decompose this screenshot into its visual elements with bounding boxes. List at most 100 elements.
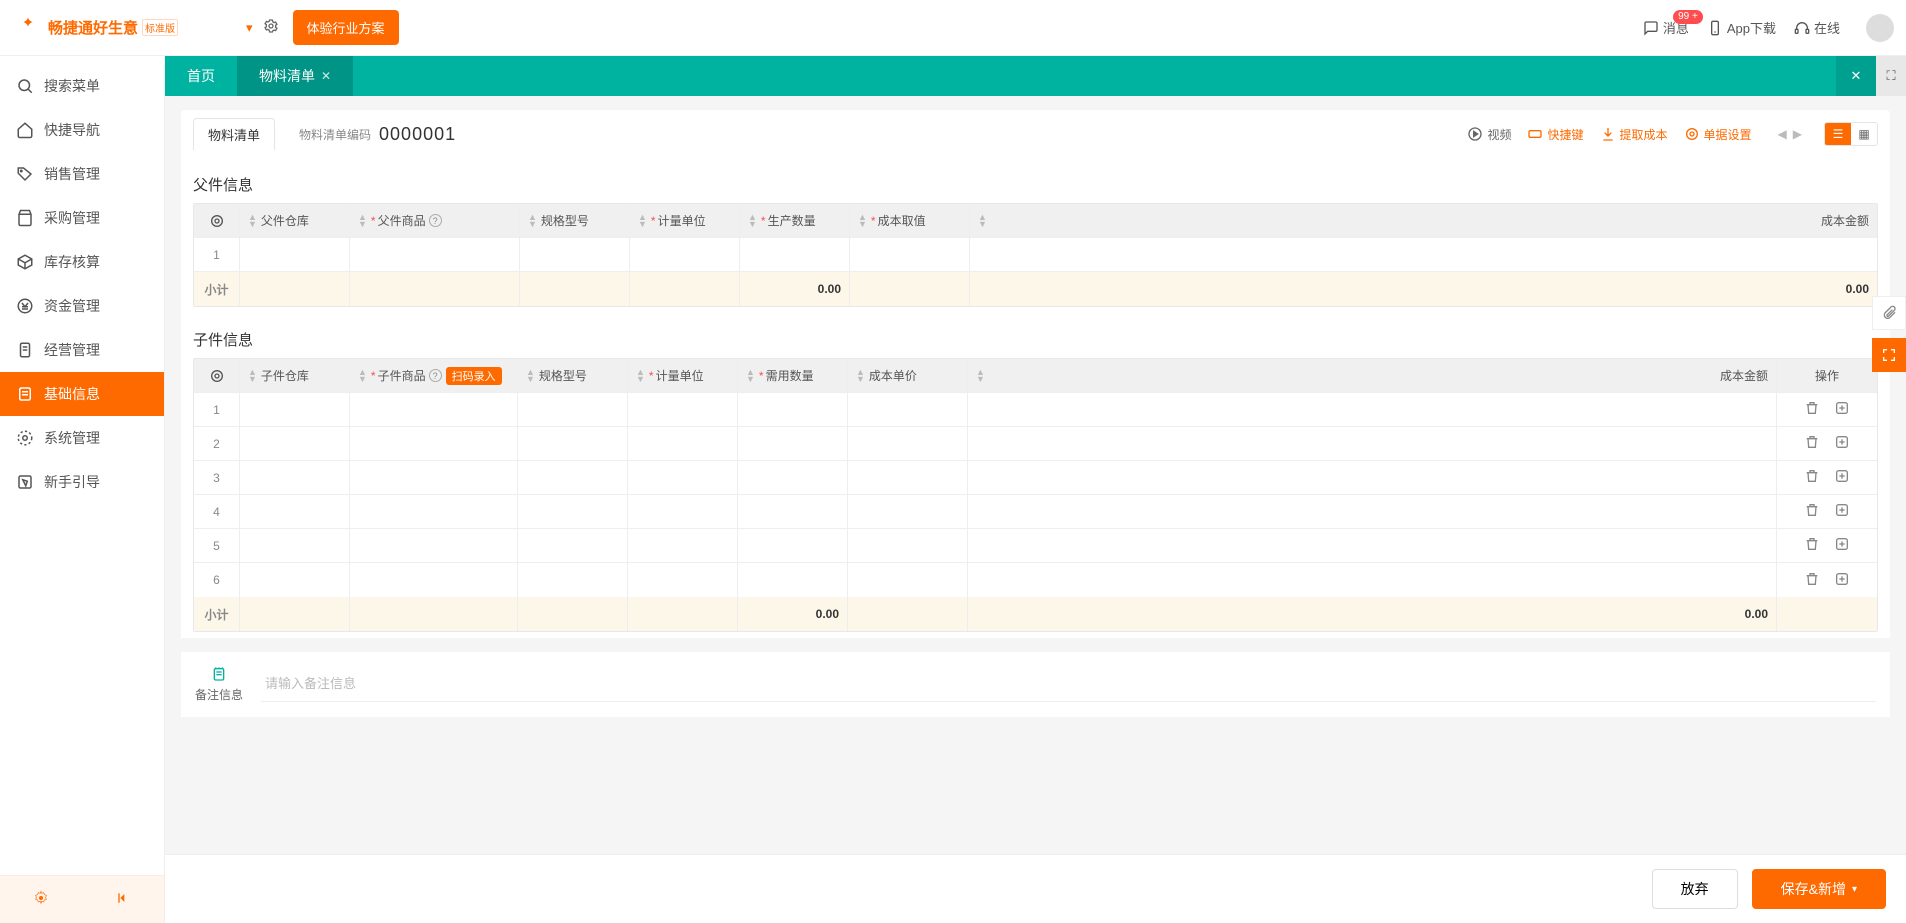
add-icon[interactable] [1834, 400, 1850, 419]
table-row[interactable]: 5 [194, 529, 1877, 563]
gear-icon [1684, 126, 1700, 142]
online-label: 在线 [1814, 18, 1840, 37]
add-icon[interactable] [1834, 468, 1850, 487]
messages-button[interactable]: 消息 99 + [1643, 18, 1689, 37]
add-icon[interactable] [1834, 571, 1850, 590]
fullscreen-icon[interactable] [1872, 338, 1906, 372]
col-child-warehouse[interactable]: ▲▼子件仓库 [240, 359, 350, 392]
delete-icon[interactable] [1804, 434, 1820, 453]
footer-settings-icon[interactable] [33, 890, 49, 909]
mobile-icon [1707, 20, 1723, 36]
subtotal-amount: 0.00 [968, 597, 1777, 631]
next-icon[interactable]: ▶ [1793, 127, 1802, 141]
avatar[interactable] [1866, 14, 1894, 42]
sidebar-item-inventory[interactable]: 库存核算 [0, 240, 164, 284]
collapse-icon[interactable] [115, 890, 131, 909]
col-gear-icon[interactable] [194, 359, 240, 392]
doc-setting-button[interactable]: 单据设置 [1684, 126, 1752, 143]
col-child-product[interactable]: ▲▼*子件商品?扫码录入 [350, 359, 518, 392]
discard-button[interactable]: 放弃 [1652, 869, 1738, 909]
sidebar-item-sales[interactable]: 销售管理 [0, 152, 164, 196]
col-child-spec[interactable]: ▲▼规格型号 [518, 359, 628, 392]
prev-icon[interactable]: ◀ [1778, 127, 1787, 141]
tab-home[interactable]: 首页 [165, 56, 237, 96]
extract-cost-button[interactable]: 提取成本 [1600, 126, 1668, 143]
table-row[interactable]: 3 [194, 461, 1877, 495]
sidebar-item-label: 经营管理 [44, 340, 100, 360]
col-child-price[interactable]: ▲▼成本单价 [848, 359, 968, 392]
delete-icon[interactable] [1804, 502, 1820, 521]
sidebar-item-finance[interactable]: 资金管理 [0, 284, 164, 328]
sidebar-item-operation[interactable]: 经营管理 [0, 328, 164, 372]
sidebar-item-purchase[interactable]: 采购管理 [0, 196, 164, 240]
tab-bom[interactable]: 物料清单 ✕ [237, 56, 353, 96]
sidebar-item-search[interactable]: 搜索菜单 [0, 64, 164, 108]
cta-button[interactable]: 体验行业方案 [293, 10, 399, 45]
close-all-icon[interactable]: ✕ [1836, 56, 1876, 96]
shortcut-button[interactable]: 快捷键 [1527, 126, 1583, 143]
settings-icon[interactable] [263, 18, 279, 37]
col-cost-amount[interactable]: ▲▼成本金额 [970, 204, 1877, 237]
sidebar-item-label: 基础信息 [44, 384, 100, 404]
code-label: 物料清单编码 [299, 126, 371, 143]
view-card-icon[interactable]: ▦ [1851, 123, 1877, 145]
col-qty[interactable]: ▲▼*生产数量 [740, 204, 850, 237]
table-row[interactable]: 4 [194, 495, 1877, 529]
help-icon[interactable]: ? [429, 369, 442, 382]
video-button[interactable]: 视频 [1467, 126, 1511, 143]
delete-icon[interactable] [1804, 536, 1820, 555]
sidebar-item-guide[interactable]: 新手引导 [0, 460, 164, 504]
col-child-amount[interactable]: ▲▼成本金额 [968, 359, 1777, 392]
attachment-icon[interactable] [1872, 296, 1906, 330]
remarks-input[interactable] [261, 666, 1876, 702]
support-button[interactable]: 在线 [1794, 18, 1840, 37]
org-selector[interactable]: ▾ [246, 20, 253, 36]
sidebar-item-basic[interactable]: 基础信息 [0, 372, 164, 416]
table-row[interactable]: 6 [194, 563, 1877, 597]
table-row[interactable]: 1 [194, 393, 1877, 427]
sidebar-item-quicknav[interactable]: 快捷导航 [0, 108, 164, 152]
sidebar-item-label: 搜索菜单 [44, 76, 100, 96]
page-tab[interactable]: 物料清单 [193, 118, 275, 150]
add-icon[interactable] [1834, 502, 1850, 521]
headset-icon [1794, 20, 1810, 36]
sidebar-item-label: 库存核算 [44, 252, 100, 272]
sidebar-item-label: 快捷导航 [44, 120, 100, 140]
note-icon [211, 666, 227, 682]
col-gear-icon[interactable] [194, 204, 240, 237]
table-row[interactable]: 2 [194, 427, 1877, 461]
help-icon[interactable]: ? [429, 214, 442, 227]
col-child-unit[interactable]: ▲▼*计量单位 [628, 359, 738, 392]
delete-icon[interactable] [1804, 571, 1820, 590]
delete-icon[interactable] [1804, 400, 1820, 419]
brand-icon [20, 16, 44, 40]
col-child-qty[interactable]: ▲▼*需用数量 [738, 359, 848, 392]
col-warehouse[interactable]: ▲▼父件仓库 [240, 204, 350, 237]
close-icon[interactable]: ✕ [321, 69, 331, 83]
save-button[interactable]: 保存&新增 ▾ [1752, 869, 1886, 909]
download-button[interactable]: App下载 [1707, 18, 1776, 37]
chevron-down-icon: ▾ [1852, 884, 1857, 895]
col-ops: 操作 [1777, 359, 1877, 392]
chevron-down-icon: ▾ [246, 20, 253, 36]
box-icon [16, 253, 34, 271]
remarks-label: 备注信息 [195, 686, 243, 703]
add-icon[interactable] [1834, 536, 1850, 555]
expand-icon[interactable]: ⛶ [1876, 56, 1906, 96]
parent-table: ▲▼父件仓库 ▲▼*父件商品? ▲▼规格型号 ▲▼*计量单位 ▲▼*生产数量 ▲… [193, 203, 1878, 307]
table-row[interactable]: 1 [194, 238, 1877, 272]
add-icon[interactable] [1834, 434, 1850, 453]
col-product[interactable]: ▲▼*父件商品? [350, 204, 520, 237]
col-cost-method[interactable]: ▲▼*成本取值 [850, 204, 970, 237]
delete-icon[interactable] [1804, 468, 1820, 487]
brand-logo: 畅捷通好生意 标准版 [12, 16, 186, 40]
col-spec[interactable]: ▲▼规格型号 [520, 204, 630, 237]
play-icon [1467, 126, 1483, 142]
sidebar-item-system[interactable]: 系统管理 [0, 416, 164, 460]
subtotal-qty: 0.00 [738, 597, 848, 631]
col-unit[interactable]: ▲▼*计量单位 [630, 204, 740, 237]
subtotal-amount: 0.00 [970, 272, 1877, 306]
scan-badge[interactable]: 扫码录入 [446, 367, 502, 385]
subtotal-row: 小计 0.00 0.00 [194, 272, 1877, 306]
view-list-icon[interactable]: ☰ [1825, 123, 1851, 145]
